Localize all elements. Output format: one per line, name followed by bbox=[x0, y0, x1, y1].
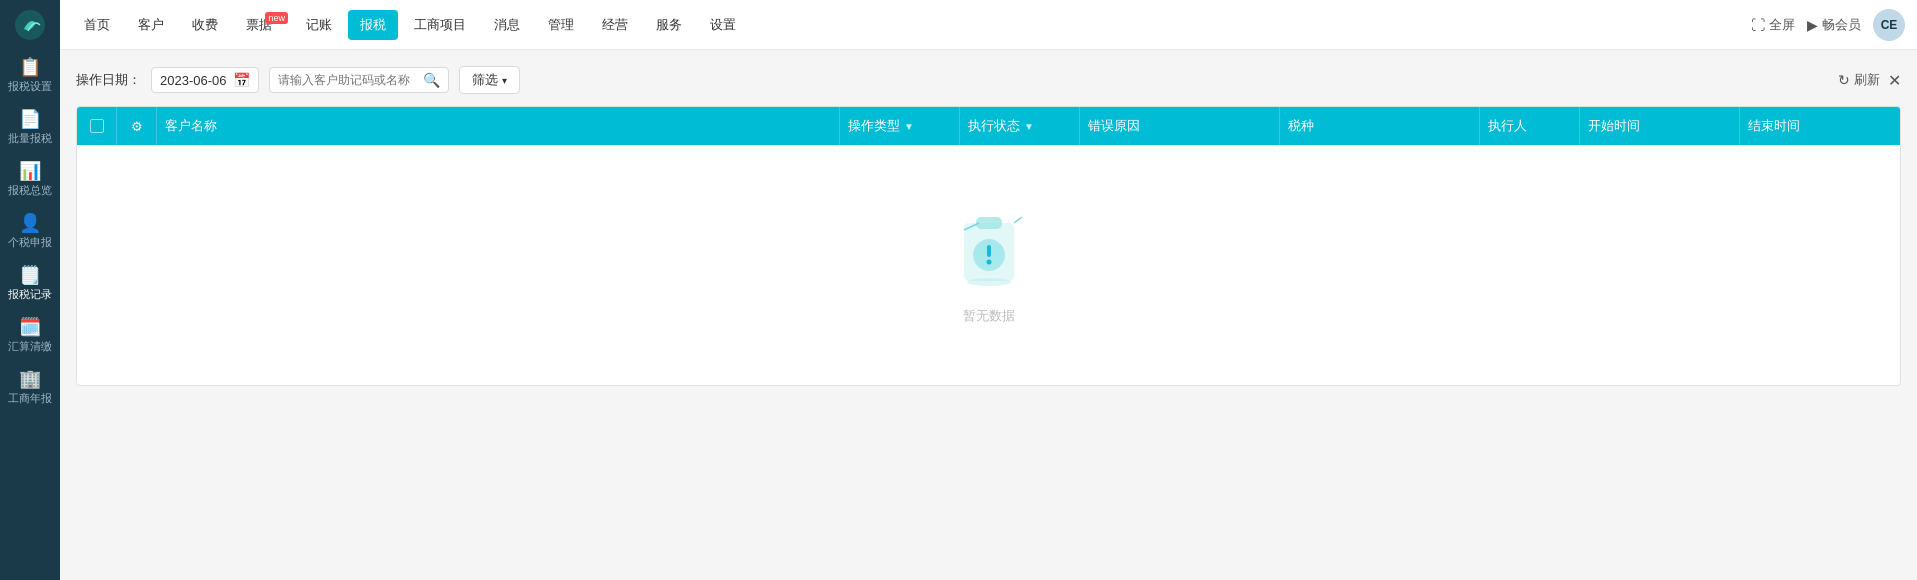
sidebar-logo bbox=[0, 0, 60, 50]
topnav: 首页 客户 收费 票据 new 记账 报税 工商项目 消息 管理 经营 服务 设… bbox=[60, 0, 1917, 50]
nav-jingying[interactable]: 经营 bbox=[590, 10, 640, 40]
svg-rect-5 bbox=[987, 245, 991, 257]
th-checkbox[interactable] bbox=[77, 107, 117, 145]
nav-guanli[interactable]: 管理 bbox=[536, 10, 586, 40]
member-btn[interactable]: ▶ 畅会员 bbox=[1807, 16, 1861, 34]
sort-icon-status: ▼ bbox=[1024, 121, 1034, 132]
th-end-time: 结束时间 bbox=[1740, 107, 1900, 145]
toolbar-right: ↻ 刷新 ✕ bbox=[1838, 71, 1901, 90]
th-operation-type[interactable]: 操作类型 ▼ bbox=[840, 107, 960, 145]
nav-baoshui[interactable]: 报税 bbox=[348, 10, 398, 40]
huisuan-jiaona-icon: 🗓️ bbox=[19, 318, 41, 336]
th-exec-status[interactable]: 执行状态 ▼ bbox=[960, 107, 1080, 145]
sidebar-item-baoshui-jilu[interactable]: 🗒️ 报税记录 bbox=[0, 258, 60, 310]
date-picker[interactable]: 2023-06-06 📅 bbox=[151, 67, 259, 93]
search-icon: 🔍 bbox=[423, 72, 440, 88]
svg-line-8 bbox=[1014, 217, 1022, 223]
chevron-down-icon: ▾ bbox=[502, 75, 507, 86]
close-button[interactable]: ✕ bbox=[1888, 71, 1901, 90]
main-wrapper: 首页 客户 收费 票据 new 记账 报税 工商项目 消息 管理 经营 服务 设… bbox=[60, 0, 1917, 580]
baoshui-shezhi-icon: 📋 bbox=[19, 58, 41, 76]
sidebar-item-baoshui-zonglam[interactable]: 📊 报税总览 bbox=[0, 154, 60, 206]
svg-point-6 bbox=[986, 260, 991, 265]
new-badge: new bbox=[265, 12, 288, 25]
topnav-items: 首页 客户 收费 票据 new 记账 报税 工商项目 消息 管理 经营 服务 设… bbox=[72, 10, 1751, 40]
piliang-baoshui-icon: 📄 bbox=[19, 110, 41, 128]
nav-jizhang[interactable]: 记账 bbox=[294, 10, 344, 40]
date-label: 操作日期： bbox=[76, 71, 141, 89]
nav-piao[interactable]: 票据 new bbox=[234, 10, 290, 40]
th-gear[interactable]: ⚙ bbox=[117, 107, 157, 145]
search-wrap[interactable]: 🔍 bbox=[269, 67, 449, 93]
select-all-checkbox[interactable] bbox=[90, 119, 104, 133]
th-tax-type: 税种 bbox=[1280, 107, 1480, 145]
sidebar: 📋 报税设置 📄 批量报税 📊 报税总览 👤 个税申报 🗒️ 报税记录 🗓️ 汇… bbox=[0, 0, 60, 580]
nav-xiaoxi[interactable]: 消息 bbox=[482, 10, 532, 40]
sidebar-item-geshuishenabao[interactable]: 👤 个税申报 bbox=[0, 206, 60, 258]
nav-shoufei[interactable]: 收费 bbox=[180, 10, 230, 40]
date-value: 2023-06-06 bbox=[160, 73, 227, 88]
empty-state: 暂无数据 bbox=[77, 145, 1900, 385]
refresh-button[interactable]: ↻ 刷新 bbox=[1838, 71, 1880, 89]
nav-home[interactable]: 首页 bbox=[72, 10, 122, 40]
search-input[interactable] bbox=[278, 73, 419, 87]
sidebar-item-huisuan-jiaona[interactable]: 🗓️ 汇算清缴 bbox=[0, 310, 60, 362]
nav-gongshang[interactable]: 工商项目 bbox=[402, 10, 478, 40]
nav-fuwu[interactable]: 服务 bbox=[644, 10, 694, 40]
gongshang-nian-icon: 🏢 bbox=[19, 370, 41, 388]
table-header: ⚙ 客户名称 操作类型 ▼ 执行状态 ▼ 错误原因 税种 bbox=[77, 107, 1900, 145]
filter-button[interactable]: 筛选 ▾ bbox=[459, 66, 520, 94]
sidebar-item-piliang-baoshui[interactable]: 📄 批量报税 bbox=[0, 102, 60, 154]
th-error-reason: 错误原因 bbox=[1080, 107, 1280, 145]
table-container: ⚙ 客户名称 操作类型 ▼ 执行状态 ▼ 错误原因 税种 bbox=[76, 106, 1901, 386]
empty-text: 暂无数据 bbox=[963, 307, 1015, 325]
sidebar-item-gongshang-nian[interactable]: 🏢 工商年报 bbox=[0, 362, 60, 414]
baoshui-jilu-icon: 🗒️ bbox=[19, 266, 41, 284]
nav-shezhi[interactable]: 设置 bbox=[698, 10, 748, 40]
gear-icon: ⚙ bbox=[131, 119, 143, 134]
avatar[interactable]: CE bbox=[1873, 9, 1905, 41]
toolbar: 操作日期： 2023-06-06 📅 🔍 筛选 ▾ ↻ 刷新 ✕ bbox=[76, 66, 1901, 94]
th-executor: 执行人 bbox=[1480, 107, 1580, 145]
fullscreen-btn[interactable]: ⛶ 全屏 bbox=[1751, 16, 1795, 34]
empty-illustration bbox=[944, 205, 1034, 295]
fullscreen-icon: ⛶ bbox=[1751, 17, 1765, 33]
th-customer-name: 客户名称 bbox=[157, 107, 840, 145]
geshuishenabao-icon: 👤 bbox=[19, 214, 41, 232]
svg-point-9 bbox=[967, 278, 1011, 286]
svg-rect-2 bbox=[976, 217, 1002, 229]
th-start-time: 开始时间 bbox=[1580, 107, 1740, 145]
refresh-icon: ↻ bbox=[1838, 72, 1850, 88]
sidebar-item-baoshui-shezhi[interactable]: 📋 报税设置 bbox=[0, 50, 60, 102]
baoshui-zonglam-icon: 📊 bbox=[19, 162, 41, 180]
page-area: 操作日期： 2023-06-06 📅 🔍 筛选 ▾ ↻ 刷新 ✕ bbox=[60, 50, 1917, 580]
topnav-right: ⛶ 全屏 ▶ 畅会员 CE bbox=[1751, 9, 1905, 41]
calendar-icon: 📅 bbox=[233, 72, 250, 88]
sort-icon-operation: ▼ bbox=[904, 121, 914, 132]
video-icon: ▶ bbox=[1807, 17, 1818, 33]
nav-customer[interactable]: 客户 bbox=[126, 10, 176, 40]
